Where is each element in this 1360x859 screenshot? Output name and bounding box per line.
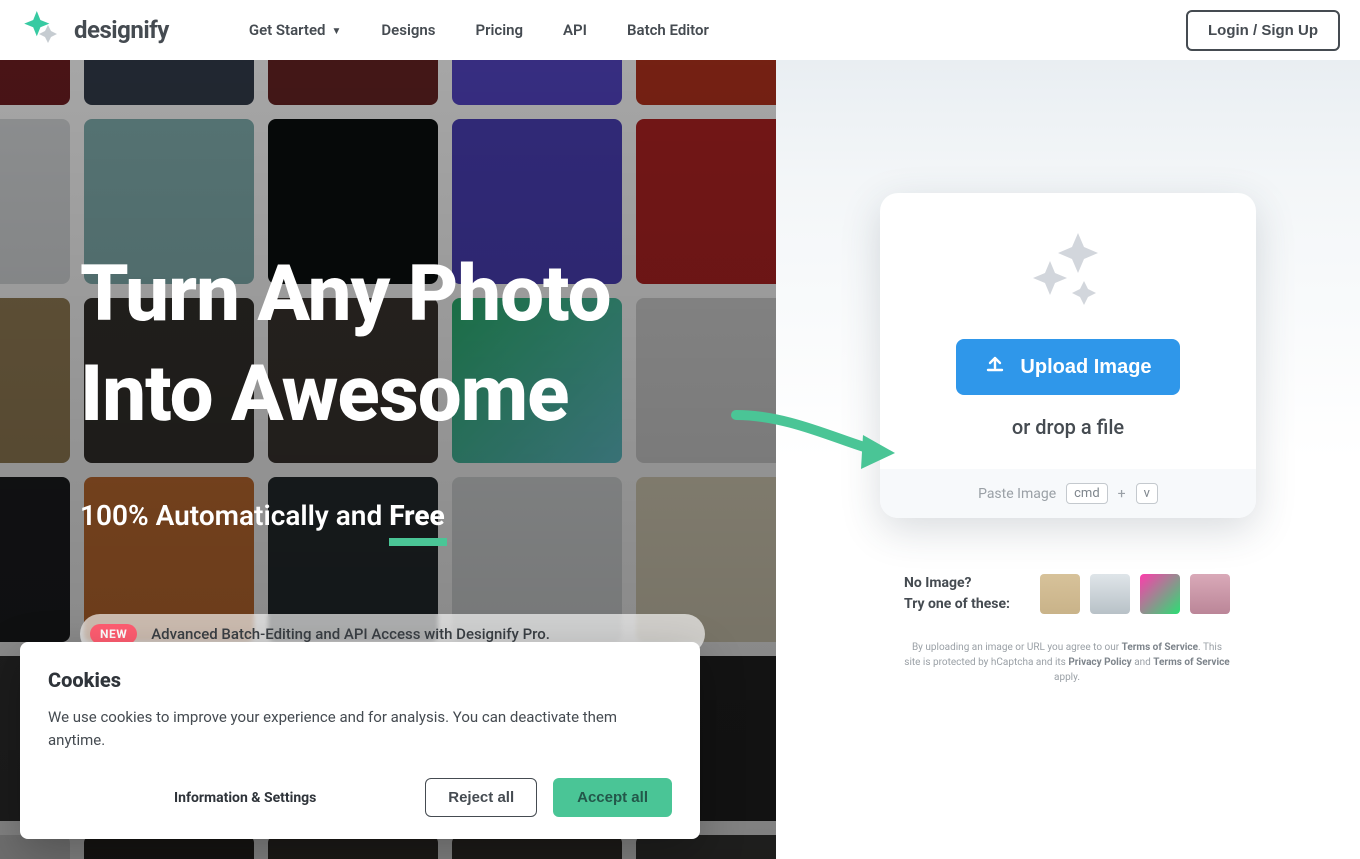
sample-thumbs (1040, 574, 1230, 614)
login-signup-button[interactable]: Login / Sign Up (1186, 10, 1340, 51)
headline-line-2: Into Awesome (80, 345, 736, 445)
cookie-reject-button[interactable]: Reject all (425, 778, 537, 817)
drop-file-text: or drop a file (880, 415, 1256, 439)
cookie-accept-button[interactable]: Accept all (553, 778, 672, 817)
nav-get-started[interactable]: Get Started ▼ (249, 21, 342, 39)
sample-thumb-2[interactable] (1090, 574, 1130, 614)
nav-links: Get Started ▼ Designs Pricing API Batch … (249, 21, 709, 39)
upload-dropzone[interactable]: Upload Image or drop a file (880, 193, 1256, 469)
tos2-link[interactable]: Terms of Service (1153, 657, 1229, 668)
logo-text: designify (74, 16, 169, 44)
upload-card: Upload Image or drop a file Paste Image … (880, 193, 1256, 518)
nav-get-started-label: Get Started (249, 21, 326, 39)
logo-icon (20, 11, 62, 49)
arrow-icon (731, 407, 901, 477)
sample-images-text: No Image? Try one of these: (904, 573, 1010, 615)
hero-headline: Turn Any Photo Into Awesome (80, 245, 736, 445)
top-nav: designify Get Started ▼ Designs Pricing … (0, 0, 1360, 60)
legal-end: apply. (1054, 672, 1080, 683)
nav-designs[interactable]: Designs (381, 21, 435, 39)
kbd-cmd: cmd (1066, 483, 1108, 504)
pro-banner-text: Advanced Batch-Editing and API Access wi… (151, 625, 550, 643)
upload-panel: Upload Image or drop a file Paste Image … (776, 60, 1360, 859)
legal-pre: By uploading an image or URL you agree t… (912, 642, 1122, 653)
hero-subhead-free: Free (389, 499, 445, 532)
new-badge: NEW (90, 624, 137, 644)
privacy-link[interactable]: Privacy Policy (1068, 657, 1131, 668)
nav-right: Login / Sign Up (1186, 10, 1340, 51)
upload-icon (984, 353, 1006, 381)
nav-pricing[interactable]: Pricing (475, 21, 523, 39)
cookie-title: Cookies (48, 668, 672, 692)
no-image-label: No Image? (904, 573, 1010, 594)
cookie-info-settings-link[interactable]: Information & Settings (174, 790, 316, 806)
tos-link[interactable]: Terms of Service (1122, 642, 1198, 653)
chevron-down-icon: ▼ (331, 26, 341, 37)
logo[interactable]: designify (20, 11, 169, 49)
accent-underline (389, 538, 447, 546)
legal-and: and (1132, 657, 1154, 668)
nav-api[interactable]: API (563, 21, 587, 39)
sparkle-icon (1026, 294, 1110, 313)
legal-text: By uploading an image or URL you agree t… (904, 640, 1230, 685)
sample-thumb-1[interactable] (1040, 574, 1080, 614)
nav-batch-editor[interactable]: Batch Editor (627, 21, 709, 39)
kbd-v: v (1136, 483, 1158, 504)
sample-thumb-4[interactable] (1190, 574, 1230, 614)
sample-thumb-3[interactable] (1140, 574, 1180, 614)
sample-images-row: No Image? Try one of these: (904, 573, 1230, 615)
try-one-label: Try one of these: (904, 594, 1010, 615)
paste-image-label: Paste Image (978, 486, 1056, 502)
cookie-consent-dialog: Cookies We use cookies to improve your e… (20, 642, 700, 840)
hero-subhead-prefix: 100% Automatically and (80, 499, 389, 532)
paste-hint: Paste Image cmd + v (880, 469, 1256, 518)
upload-image-button[interactable]: Upload Image (956, 339, 1179, 395)
kbd-plus: + (1118, 486, 1126, 502)
headline-line-1: Turn Any Photo (80, 245, 736, 345)
upload-button-label: Upload Image (1020, 356, 1151, 379)
cookie-body: We use cookies to improve your experienc… (48, 706, 672, 753)
hero-free-text: Free (389, 499, 445, 532)
